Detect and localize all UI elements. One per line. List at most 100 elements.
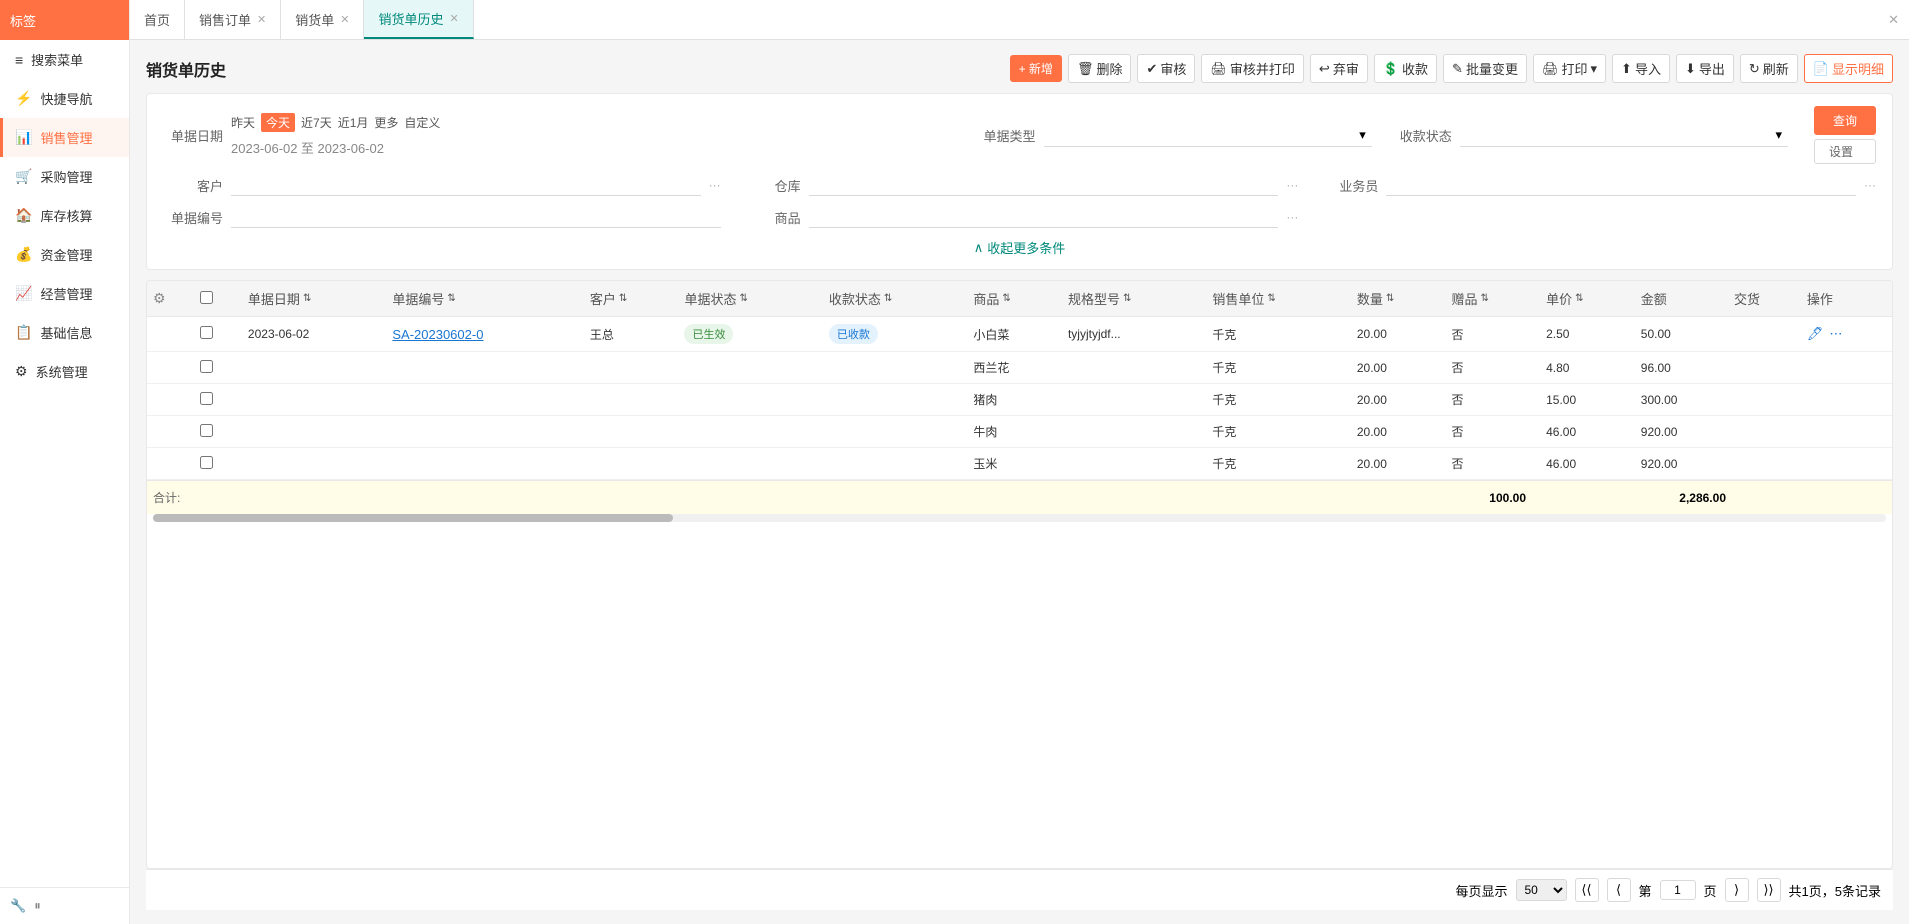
- salesman-ellipsis[interactable]: ···: [1864, 178, 1876, 192]
- row-checkbox-4[interactable]: [194, 448, 242, 480]
- filter-doc-type-select[interactable]: ▾: [1044, 124, 1372, 147]
- sidebar-item-purchase-mgmt[interactable]: 🛒 采购管理: [0, 157, 129, 196]
- col-checkbox-header[interactable]: [194, 281, 242, 317]
- sort-unit[interactable]: 销售单位 ⇅: [1212, 289, 1344, 308]
- show-details-button[interactable]: 📄 显示明细: [1804, 54, 1893, 83]
- shortcut-1month[interactable]: 近1月: [338, 114, 369, 131]
- page-number-input[interactable]: 1: [1660, 880, 1696, 900]
- batch-change-button[interactable]: ✎ 批量变更: [1443, 54, 1527, 83]
- filter-payment-select[interactable]: ▾: [1460, 124, 1788, 147]
- sort-goods[interactable]: 商品 ⇅: [973, 289, 1056, 308]
- col-payment-status-header[interactable]: 收款状态 ⇅: [823, 281, 967, 317]
- prev-page-btn[interactable]: ⟨: [1607, 878, 1631, 902]
- sidebar-item-basic-info[interactable]: 📋 基础信息: [0, 313, 129, 352]
- col-doc-no-header[interactable]: 单据编号 ⇅: [386, 281, 583, 317]
- audit-button[interactable]: ✔ 审核: [1137, 54, 1195, 83]
- sort-payment-status[interactable]: 收款状态 ⇅: [829, 289, 961, 308]
- sidebar-bottom-icon1[interactable]: 🔧: [10, 898, 26, 914]
- settings-button[interactable]: 设置: [1814, 139, 1876, 164]
- abandon-button[interactable]: ↩ 弃审: [1310, 54, 1368, 83]
- filter-warehouse-input[interactable]: [809, 174, 1279, 196]
- row-action-2[interactable]: [1801, 384, 1892, 416]
- row-doc-no-3[interactable]: [386, 416, 583, 448]
- table-settings-icon[interactable]: ⚙: [153, 290, 166, 306]
- row-checkbox-0[interactable]: [194, 317, 242, 352]
- col-goods-header[interactable]: 商品 ⇅: [967, 281, 1062, 317]
- shortcut-more[interactable]: 更多: [374, 114, 398, 131]
- import-button[interactable]: ⬆ 导入: [1612, 54, 1670, 83]
- scrollbar-thumb[interactable]: [153, 514, 673, 522]
- tab-sales-order-close[interactable]: ✕: [257, 13, 266, 26]
- col-spec-header[interactable]: 规格型号 ⇅: [1062, 281, 1206, 317]
- goods-ellipsis[interactable]: ···: [1286, 210, 1298, 224]
- row-doc-no-0[interactable]: SA-20230602-0: [386, 317, 583, 352]
- delete-button[interactable]: 🗑 删除: [1068, 54, 1132, 83]
- last-page-btn[interactable]: ⟩⟩: [1757, 878, 1781, 902]
- tab-sales-history[interactable]: 销货单历史 ✕: [364, 0, 473, 39]
- sort-doc-no[interactable]: 单据编号 ⇅: [392, 289, 577, 308]
- sidebar-item-quick-nav[interactable]: ⚡ 快捷导航: [0, 79, 129, 118]
- next-page-btn[interactable]: ⟩: [1725, 878, 1749, 902]
- filter-goods-input[interactable]: [809, 206, 1279, 228]
- sidebar-item-search-menu[interactable]: ≡ 搜索菜单: [0, 40, 129, 79]
- shortcut-yesterday[interactable]: 昨天: [231, 114, 255, 131]
- filter-salesman-input[interactable]: [1386, 174, 1856, 196]
- first-page-btn[interactable]: ⟨⟨: [1575, 878, 1599, 902]
- refresh-button[interactable]: ↻ 刷新: [1740, 54, 1798, 83]
- new-button[interactable]: + 新增: [1010, 55, 1062, 82]
- row-doc-no-4[interactable]: [386, 448, 583, 480]
- sidebar-item-ops-mgmt[interactable]: 📈 经营管理: [0, 274, 129, 313]
- col-unit-price-header[interactable]: 单价 ⇅: [1540, 281, 1635, 317]
- col-doc-status-header[interactable]: 单据状态 ⇅: [678, 281, 822, 317]
- sort-doc-date[interactable]: 单据日期 ⇅: [248, 289, 380, 308]
- sort-qty[interactable]: 数量 ⇅: [1357, 289, 1440, 308]
- export-button[interactable]: ⬇ 导出: [1676, 54, 1734, 83]
- warehouse-ellipsis[interactable]: ···: [1286, 178, 1298, 192]
- sidebar-item-sales-mgmt[interactable]: 📊 销售管理: [0, 118, 129, 157]
- scrollbar-track[interactable]: [153, 514, 1886, 522]
- collapse-button[interactable]: ∧ 收起更多条件: [163, 238, 1876, 257]
- row-checkbox-3[interactable]: [194, 416, 242, 448]
- tab-sales-goods-close[interactable]: ✕: [340, 13, 349, 26]
- shortcut-today[interactable]: 今天: [261, 113, 295, 132]
- row-action-4[interactable]: [1801, 448, 1892, 480]
- col-settings-header[interactable]: ⚙: [147, 281, 194, 317]
- row-action-1[interactable]: [1801, 352, 1892, 384]
- print-button[interactable]: 🖨 打印 ▾: [1533, 54, 1606, 83]
- tabs-close-all[interactable]: ✕: [1888, 12, 1909, 28]
- col-qty-header[interactable]: 数量 ⇅: [1351, 281, 1446, 317]
- sort-spec[interactable]: 规格型号 ⇅: [1068, 289, 1200, 308]
- query-button[interactable]: 查询: [1814, 106, 1876, 135]
- tab-home[interactable]: 首页: [130, 0, 185, 39]
- collect-button[interactable]: 💲 收款: [1374, 54, 1437, 83]
- sidebar-item-finance-mgmt[interactable]: 💰 资金管理: [0, 235, 129, 274]
- tab-sales-goods[interactable]: 销货单 ✕: [281, 0, 364, 39]
- row-doc-no-2[interactable]: [386, 384, 583, 416]
- row-action-0[interactable]: 🖊⋯: [1801, 317, 1892, 352]
- sidebar-item-inventory[interactable]: 🏠 库存核算: [0, 196, 129, 235]
- row-doc-no-1[interactable]: [386, 352, 583, 384]
- sidebar-bottom-icon2[interactable]: ⏸: [34, 898, 41, 914]
- sort-doc-status[interactable]: 单据状态 ⇅: [684, 289, 816, 308]
- shortcut-custom[interactable]: 自定义: [404, 114, 440, 131]
- sort-gift[interactable]: 赠品 ⇅: [1451, 289, 1534, 308]
- col-doc-date-header[interactable]: 单据日期 ⇅: [242, 281, 386, 317]
- col-customer-header[interactable]: 客户 ⇅: [584, 281, 679, 317]
- filter-doc-no-input[interactable]: [231, 206, 721, 228]
- row-checkbox-2[interactable]: [194, 384, 242, 416]
- tab-sales-order[interactable]: 销售订单 ✕: [185, 0, 281, 39]
- customer-ellipsis[interactable]: ···: [709, 178, 721, 192]
- filter-customer-input[interactable]: [231, 174, 701, 196]
- col-gift-header[interactable]: 赠品 ⇅: [1445, 281, 1540, 317]
- col-unit-header[interactable]: 销售单位 ⇅: [1206, 281, 1350, 317]
- sort-unit-price[interactable]: 单价 ⇅: [1546, 289, 1629, 308]
- tab-sales-history-close[interactable]: ✕: [450, 12, 459, 25]
- sidebar-item-sys-mgmt[interactable]: ⚙ 系统管理: [0, 352, 129, 391]
- audit-print-button[interactable]: 🖨 审核并打印: [1201, 54, 1304, 83]
- row-checkbox-1[interactable]: [194, 352, 242, 384]
- row-action-3[interactable]: [1801, 416, 1892, 448]
- shortcut-7days[interactable]: 近7天: [301, 114, 332, 131]
- per-page-select[interactable]: 50 100: [1516, 879, 1567, 901]
- select-all-checkbox[interactable]: [200, 291, 213, 304]
- sort-customer[interactable]: 客户 ⇅: [590, 289, 673, 308]
